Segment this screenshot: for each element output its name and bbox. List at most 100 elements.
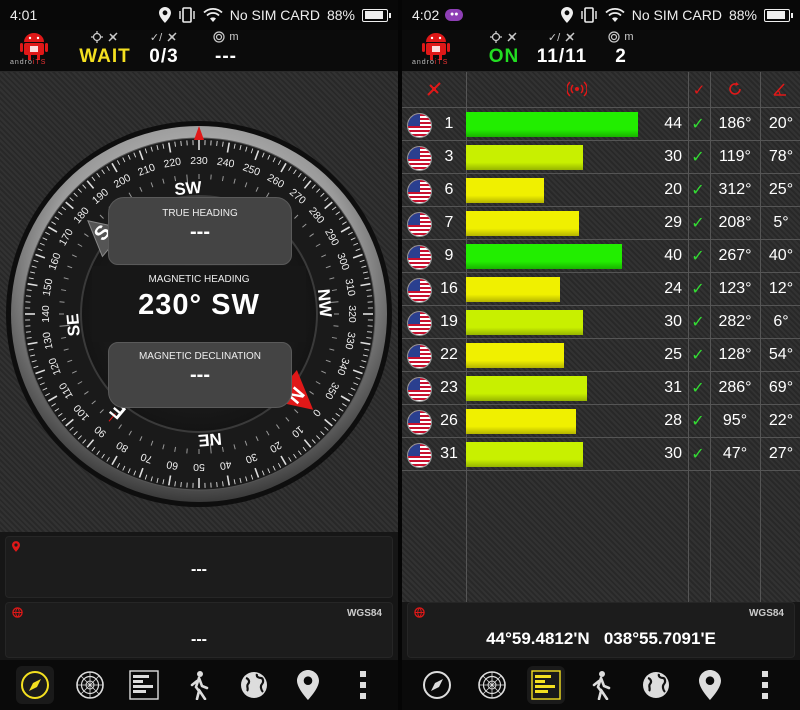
nav-compass-button[interactable] bbox=[16, 666, 55, 704]
carrier-text: No SIM CARD bbox=[631, 7, 722, 23]
nav-radar-button[interactable] bbox=[473, 666, 511, 704]
satellite-row[interactable]: 19 30 ✓ 282° 6° bbox=[402, 306, 800, 339]
cardinal-label: NE bbox=[197, 429, 222, 450]
satellite-small-icon bbox=[507, 32, 517, 42]
satellite-row[interactable]: 16 24 ✓ 123° 12° bbox=[402, 273, 800, 306]
check-header-icon: ✓ bbox=[692, 82, 706, 99]
satellite-row[interactable]: 7 29 ✓ 208° 5° bbox=[402, 207, 800, 240]
us-flag-icon bbox=[407, 377, 432, 402]
satellite-row[interactable]: 26 28 ✓ 95° 22° bbox=[402, 405, 800, 438]
snr-bar bbox=[466, 145, 583, 170]
check-small-icon: ✓/ bbox=[547, 31, 561, 44]
overflow-menu-icon bbox=[761, 671, 768, 699]
prn-value: 1 bbox=[444, 115, 454, 132]
globe-icon bbox=[642, 672, 669, 698]
app-logo[interactable]: androiTS bbox=[10, 32, 58, 70]
magnetic-declination-value: --- bbox=[190, 364, 210, 386]
satellite-header-icon bbox=[427, 82, 441, 96]
satellite-row[interactable]: 23 31 ✓ 286° 69° bbox=[402, 372, 800, 405]
snr-bar bbox=[466, 178, 544, 203]
snr-bar bbox=[466, 244, 622, 269]
satellite-row[interactable]: 31 30 ✓ 47° 27° bbox=[402, 438, 800, 471]
azimuth-value: 282° bbox=[718, 313, 752, 330]
snr-bar bbox=[466, 442, 583, 467]
overflow-menu-icon bbox=[359, 671, 366, 699]
degree-tick bbox=[367, 295, 373, 297]
nav-satellite-bars-button[interactable] bbox=[527, 666, 566, 704]
elevation-value: 20° bbox=[768, 115, 794, 132]
coordinates-value: 44°59.4812'N 038°55.7091'E bbox=[408, 629, 794, 649]
elevation-value: 5° bbox=[773, 214, 789, 231]
map-pin-icon bbox=[297, 670, 320, 700]
nav-globe-button[interactable] bbox=[235, 666, 273, 704]
accuracy-unit: m bbox=[229, 31, 239, 43]
azimuth-value: 208° bbox=[718, 214, 752, 231]
accuracy-value: 2 bbox=[615, 46, 627, 67]
satellite-row[interactable]: 3 30 ✓ 119° 78° bbox=[402, 141, 800, 174]
snr-value: 24 bbox=[664, 280, 682, 297]
used-check-icon: ✓ bbox=[691, 149, 705, 166]
nav-globe-button[interactable] bbox=[637, 666, 675, 704]
snr-value: 44 bbox=[664, 115, 682, 132]
satellites-block: ✓/ 11/11 bbox=[530, 30, 594, 68]
android-robot-icon bbox=[422, 33, 450, 60]
azimuth-value: 47° bbox=[722, 445, 748, 462]
latitude-value: 44°59.4812'N bbox=[486, 629, 590, 648]
header-snr[interactable] bbox=[466, 81, 688, 97]
address-panel[interactable]: --- bbox=[5, 536, 393, 598]
degree-tick bbox=[180, 482, 182, 488]
header-azimuth[interactable] bbox=[710, 81, 760, 97]
bottom-nav bbox=[402, 660, 800, 710]
used-check-icon: ✓ bbox=[691, 446, 705, 463]
satellites-screen: 4:02 ●● No SIM CARD 88% androiTS ON ✓/ 1… bbox=[402, 0, 800, 710]
nav-satellite-bars-button[interactable] bbox=[125, 666, 163, 704]
satellite-row[interactable]: 1 44 ✓ 186° 20° bbox=[402, 108, 800, 141]
nav-overflow-button[interactable] bbox=[344, 666, 382, 704]
elevation-value: 27° bbox=[768, 445, 794, 462]
magnetic-heading-label: MAGNETIC HEADING bbox=[148, 274, 250, 285]
prn-value: 6 bbox=[444, 181, 454, 198]
elevation-value: 54° bbox=[768, 346, 794, 363]
accuracy-value: --- bbox=[215, 46, 237, 67]
nav-walk-button[interactable] bbox=[180, 666, 218, 704]
satellite-row[interactable]: 9 40 ✓ 267° 40° bbox=[402, 240, 800, 273]
satellite-table: ✓ 1 44 ✓ 186° 20° 3 30 ✓ 119° 78° 6 20 ✓ 312° 25° 7 29 ✓ 2… bbox=[402, 72, 800, 602]
elevation-value: 25° bbox=[768, 181, 794, 198]
snr-value: 29 bbox=[664, 214, 682, 231]
coordinates-panel[interactable]: WGS84 44°59.4812'N 038°55.7091'E bbox=[407, 602, 795, 658]
satellite-row[interactable]: 6 20 ✓ 312° 25° bbox=[402, 174, 800, 207]
nav-map-pin-button[interactable] bbox=[691, 666, 729, 704]
nav-radar-button[interactable] bbox=[71, 666, 109, 704]
prn-value: 23 bbox=[440, 379, 458, 396]
coordinates-panel[interactable]: WGS84 --- bbox=[5, 602, 393, 658]
elevation-value: 78° bbox=[768, 148, 794, 165]
snr-bar bbox=[466, 409, 576, 434]
header-elevation[interactable] bbox=[760, 81, 800, 97]
location-icon bbox=[158, 7, 171, 23]
azimuth-value: 128° bbox=[718, 346, 752, 363]
used-check-icon: ✓ bbox=[691, 215, 705, 232]
location-icon bbox=[560, 7, 573, 23]
nav-overflow-button[interactable] bbox=[746, 666, 784, 704]
fix-status-value: ON bbox=[488, 46, 520, 67]
compass-screen: 4:01 No SIM CARD 88% androiTS WAIT ✓/ 0/… bbox=[0, 0, 398, 710]
app-logo[interactable]: androiTS bbox=[412, 32, 460, 70]
azimuth-value: 286° bbox=[718, 379, 752, 396]
prn-value: 26 bbox=[440, 412, 458, 429]
header-used[interactable]: ✓ bbox=[688, 81, 710, 99]
nav-walk-button[interactable] bbox=[582, 666, 620, 704]
status-bar: 4:01 No SIM CARD 88% bbox=[0, 0, 398, 30]
battery-percent: 88% bbox=[326, 7, 355, 23]
map-pin-icon bbox=[699, 670, 722, 700]
header-prn[interactable] bbox=[402, 81, 466, 97]
snr-bar bbox=[466, 277, 560, 302]
us-flag-icon bbox=[407, 113, 432, 138]
azimuth-value: 186° bbox=[718, 115, 752, 132]
table-header: ✓ bbox=[402, 72, 800, 108]
prn-value: 3 bbox=[444, 148, 454, 165]
nav-map-pin-button[interactable] bbox=[289, 666, 327, 704]
satellite-row[interactable]: 22 25 ✓ 128° 54° bbox=[402, 339, 800, 372]
nav-compass-button[interactable] bbox=[418, 666, 456, 704]
degree-label: 60 bbox=[165, 458, 179, 472]
degree-tick bbox=[180, 140, 182, 146]
